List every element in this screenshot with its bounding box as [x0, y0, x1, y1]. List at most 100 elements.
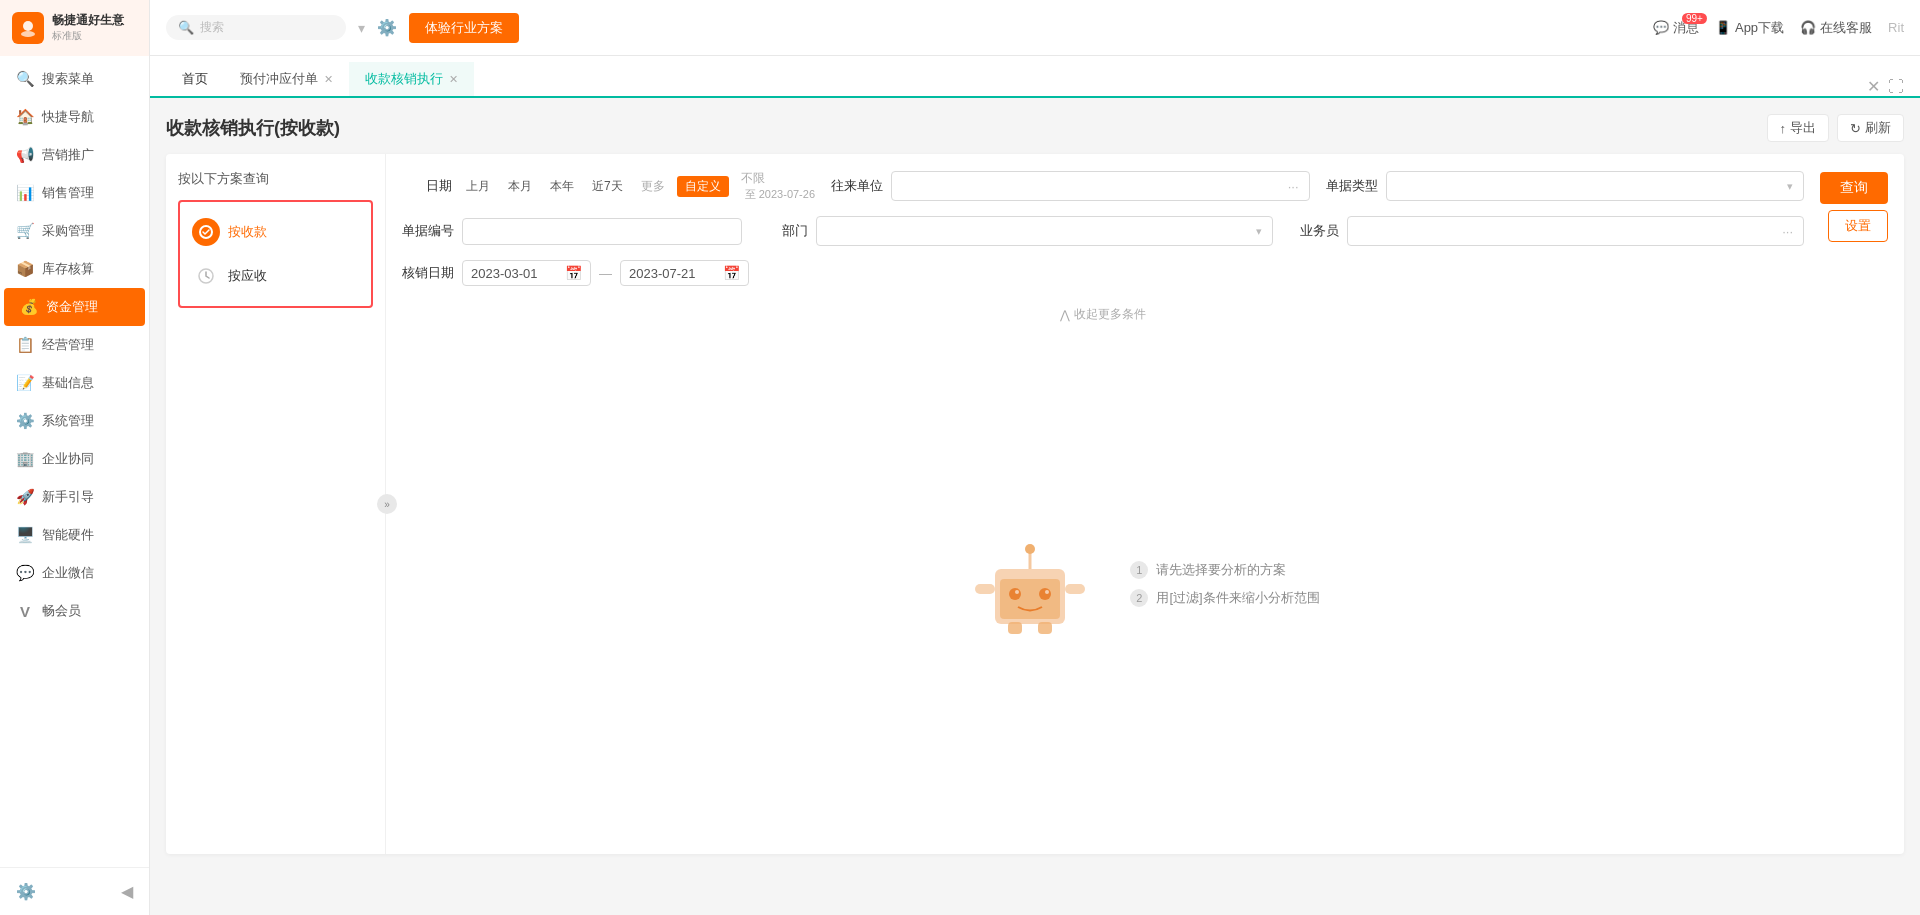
topbar-search-box[interactable]: 🔍 搜索 — [166, 15, 346, 40]
sidebar-item-search[interactable]: 🔍 搜索菜单 — [0, 60, 149, 98]
sidebar-item-finance[interactable]: 💰 资金管理 — [4, 288, 145, 326]
topbar-search-icon: 🔍 — [178, 20, 194, 35]
topbar-chevron-icon[interactable]: ▾ — [358, 20, 365, 36]
sidebar-item-system[interactable]: ⚙️ 系统管理 — [0, 402, 149, 440]
member-icon: V — [16, 603, 34, 620]
tabbar-actions: ✕ ⛶ — [1867, 77, 1904, 96]
tab-close-all-icon[interactable]: ✕ — [1867, 77, 1880, 96]
tip-2-num: 2 — [1130, 589, 1148, 607]
date-opt-this-month[interactable]: 本月 — [502, 176, 538, 197]
app-download-button[interactable]: 📱 App下载 — [1715, 19, 1784, 37]
right-panel: 日期 上月 本月 本年 近7天 更多 自定义 — [386, 154, 1904, 854]
topbar-right: 💬 消息 99+ 📱 App下载 🎧 在线客服 Rit — [1653, 19, 1904, 37]
verify-date-end-value[interactable] — [629, 266, 719, 281]
verify-date-start-input[interactable]: 📅 — [462, 260, 591, 286]
date-opt-this-year[interactable]: 本年 — [544, 176, 580, 197]
filter-settings-button[interactable]: 设置 — [1828, 210, 1888, 242]
verify-date-start-calendar-icon[interactable]: 📅 — [565, 265, 582, 281]
sidebar-item-inventory[interactable]: 📦 库存核算 — [0, 250, 149, 288]
docno-label: 单据编号 — [402, 222, 454, 240]
sidebar-item-wechat[interactable]: 💬 企业微信 — [0, 554, 149, 592]
collapse-sidebar-icon[interactable]: ◀ — [121, 882, 133, 901]
online-service-button[interactable]: 🎧 在线客服 — [1800, 19, 1872, 37]
inventory-icon: 📦 — [16, 260, 34, 278]
query-box: 按收款 按应收 — [178, 200, 373, 308]
filter-area: 日期 上月 本月 本年 近7天 更多 自定义 — [402, 170, 1888, 329]
filter-main: 日期 上月 本月 本年 近7天 更多 自定义 — [402, 170, 1804, 329]
query-item-by-receipt[interactable]: 按收款 — [188, 210, 363, 254]
page-header-actions: ↑ 导出 ↻ 刷新 — [1767, 114, 1905, 142]
empty-tip-1: 1 请先选择要分析的方案 — [1130, 561, 1319, 579]
sidebar-label-wechat: 企业微信 — [42, 564, 94, 582]
collapse-more-btn[interactable]: ⋀ 收起更多条件 — [402, 300, 1804, 329]
sidebar-item-corp[interactable]: 🏢 企业协同 — [0, 440, 149, 478]
sidebar-item-hardware[interactable]: 🖥️ 智能硬件 — [0, 516, 149, 554]
message-icon: 💬 — [1653, 20, 1669, 35]
sidebar-label-guide: 新手引导 — [42, 488, 94, 506]
search-button[interactable]: 查询 — [1820, 172, 1888, 204]
query-item-by-receivable[interactable]: 按应收 — [188, 254, 363, 298]
sidebar-item-sales[interactable]: 📊 销售管理 — [0, 174, 149, 212]
user-name: Rit — [1888, 20, 1904, 35]
sidebar-item-quick[interactable]: 🏠 快捷导航 — [0, 98, 149, 136]
settings-bottom-icon[interactable]: ⚙️ — [16, 882, 36, 901]
dept-select[interactable]: ▾ — [816, 216, 1273, 246]
salesman-label: 业务员 — [1289, 222, 1339, 240]
verify-date-end-input[interactable]: 📅 — [620, 260, 749, 286]
sidebar-item-marketing[interactable]: 📢 营销推广 — [0, 136, 149, 174]
page-content: 收款核销执行(按收款) ↑ 导出 ↻ 刷新 按以下方案查询 — [150, 98, 1920, 915]
sidebar-item-purchase[interactable]: 🛒 采购管理 — [0, 212, 149, 250]
salesman-input[interactable]: ··· — [1347, 216, 1804, 246]
counterpart-input[interactable]: ··· — [891, 171, 1310, 201]
query-label-by-receipt: 按收款 — [228, 223, 267, 241]
sidebar-bottom: ⚙️ ◀ — [0, 867, 149, 915]
verify-date-end-calendar-icon[interactable]: 📅 — [723, 265, 740, 281]
refresh-button[interactable]: ↻ 刷新 — [1837, 114, 1904, 142]
sidebar-label-quick: 快捷导航 — [42, 108, 94, 126]
date-custom-btn[interactable]: 自定义 — [677, 176, 729, 197]
topbar-gear-icon[interactable]: ⚙️ — [377, 18, 397, 37]
query-label-by-receivable: 按应收 — [228, 267, 267, 285]
tab-expand-icon[interactable]: ⛶ — [1888, 78, 1904, 96]
messages-button[interactable]: 💬 消息 99+ — [1653, 19, 1699, 37]
doctype-label: 单据类型 — [1326, 177, 1378, 195]
left-panel-collapse-btn[interactable]: » — [377, 494, 397, 514]
sales-icon: 📊 — [16, 184, 34, 202]
svg-point-7 — [1039, 588, 1051, 600]
docno-input[interactable] — [462, 218, 742, 245]
date-to: 至 2023-07-26 — [745, 187, 815, 202]
tab-receipt-verify[interactable]: 收款核销执行 ✕ — [349, 62, 474, 98]
sidebar-item-guide[interactable]: 🚀 新手引导 — [0, 478, 149, 516]
tab-prepayment-close[interactable]: ✕ — [324, 73, 333, 86]
dept-chevron-icon: ▾ — [1256, 225, 1262, 238]
industry-solution-button[interactable]: 体验行业方案 — [409, 13, 519, 43]
tip-2-text: 用[过滤]条件来缩小分析范围 — [1156, 589, 1319, 607]
date-opt-last-month[interactable]: 上月 — [460, 176, 496, 197]
sidebar-item-base[interactable]: 📝 基础信息 — [0, 364, 149, 402]
date-opt-more[interactable]: 更多 — [635, 176, 671, 197]
sidebar-label-corp: 企业协同 — [42, 450, 94, 468]
collapse-label: 收起更多条件 — [1074, 306, 1146, 323]
tab-prepayment-label: 预付冲应付单 — [240, 70, 318, 88]
topbar-search-placeholder: 搜索 — [200, 19, 224, 36]
export-button[interactable]: ↑ 导出 — [1767, 114, 1830, 142]
tab-receipt-verify-close[interactable]: ✕ — [449, 73, 458, 86]
doctype-select[interactable]: ▾ — [1386, 171, 1805, 201]
tab-prepayment[interactable]: 预付冲应付单 ✕ — [224, 62, 349, 98]
counterpart-dots-icon: ··· — [1288, 179, 1299, 194]
date-opt-7days[interactable]: 近7天 — [586, 176, 629, 197]
left-panel: 按以下方案查询 按收款 按应收 » — [166, 154, 386, 854]
verify-date-start-value[interactable] — [471, 266, 561, 281]
svg-rect-15 — [1038, 622, 1052, 634]
sidebar-item-member[interactable]: V 畅会员 — [0, 592, 149, 630]
operation-icon: 📋 — [16, 336, 34, 354]
app-version: 标准版 — [52, 29, 124, 43]
svg-point-6 — [1009, 588, 1021, 600]
corp-icon: 🏢 — [16, 450, 34, 468]
nav-menu: 🔍 搜索菜单 🏠 快捷导航 📢 营销推广 📊 销售管理 🛒 采购管理 📦 库存核… — [0, 56, 149, 867]
svg-point-9 — [1045, 590, 1049, 594]
sidebar-item-operation[interactable]: 📋 经营管理 — [0, 326, 149, 364]
tip-1-text: 请先选择要分析的方案 — [1156, 561, 1286, 579]
svg-point-8 — [1015, 590, 1019, 594]
tab-home[interactable]: 首页 — [166, 62, 224, 98]
